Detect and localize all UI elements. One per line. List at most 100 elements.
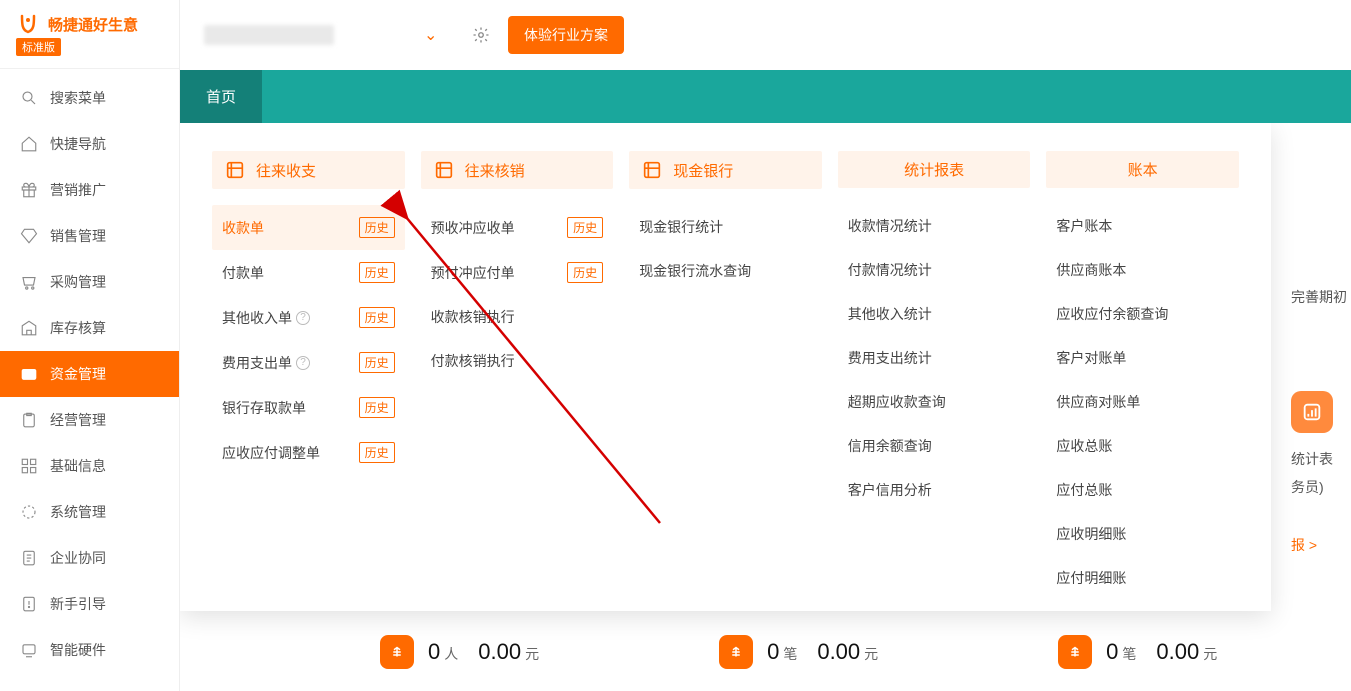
content-area: 往来收支收款单历史付款单历史其他收入单?历史费用支出单?历史银行存取款单历史应收… [180,123,1351,691]
mega-item-0-0[interactable]: 收款单 历史 [212,205,405,250]
sidebar-item-6[interactable]: 资金管理 [0,351,179,397]
funds-mega-menu: 往来收支收款单历史付款单历史其他收入单?历史费用支出单?历史银行存取款单历史应收… [180,123,1271,611]
stat-block-2: 0笔0.00元 [1058,635,1217,669]
help-icon[interactable]: ? [296,311,310,325]
mega-item-3-5[interactable]: 信用余额查询 [838,424,1031,468]
mega-item-4-2[interactable]: 应收应付余额查询 [1046,292,1239,336]
mega-item-4-0[interactable]: 客户账本 [1046,204,1239,248]
sidebar-item-0[interactable]: 搜索菜单 [0,75,179,121]
warehouse-icon [20,319,38,337]
sidebar-item-10[interactable]: 企业协同 [0,535,179,581]
company-selector[interactable]: ⌄ [204,25,454,45]
sidebar-item-label: 营销推广 [50,180,106,200]
brand-edition-badge: 标准版 [16,38,61,56]
mega-item-1-3[interactable]: 付款核销执行 [421,339,614,383]
mega-item-3-6[interactable]: 客户信用分析 [838,468,1031,512]
report-link-peek[interactable]: 报 > [1281,531,1351,559]
stats-badge-icon [1291,391,1333,433]
sidebar-item-2[interactable]: 营销推广 [0,167,179,213]
mega-item-label: 客户对账单 [1056,348,1126,368]
tab-bar: 首页 [180,70,1351,123]
sidebar-item-3[interactable]: 销售管理 [0,213,179,259]
mega-column-header: 往来收支 [212,151,405,189]
sidebar-item-label: 企业协同 [50,548,106,568]
tab-0[interactable]: 首页 [180,70,262,123]
stat-block-1: 0笔0.00元 [719,635,878,669]
mega-item-label: 其他收入单? [222,308,310,328]
main-area: ⌄ 体验行业方案 首页 往来收支收款单历史付款单历史其他收入单?历史费用支出单?… [180,0,1351,691]
mega-item-0-1[interactable]: 付款单历史 [212,250,405,295]
mega-item-3-1[interactable]: 付款情况统计 [838,248,1031,292]
sidebar-item-label: 库存核算 [50,318,106,338]
mega-item-3-0[interactable]: 收款情况统计 [838,204,1031,248]
history-tag[interactable]: 历史 [359,397,395,418]
mega-item-2-1[interactable]: 现金银行流水查询 [629,249,822,293]
gear-dashed-icon [20,503,38,521]
mega-item-label: 费用支出单? [222,353,310,373]
sidebar-item-8[interactable]: 基础信息 [0,443,179,489]
sidebar-item-7[interactable]: 经营管理 [0,397,179,443]
mega-item-1-0[interactable]: 预收冲应收单历史 [421,205,614,250]
mega-item-0-2[interactable]: 其他收入单? 历史 [212,295,405,340]
mega-item-4-4[interactable]: 供应商对账单 [1046,380,1239,424]
mega-item-4-3[interactable]: 客户对账单 [1046,336,1239,380]
chevron-down-icon: ⌄ [424,25,437,45]
mega-item-label: 费用支出统计 [848,348,932,368]
mega-item-4-7[interactable]: 应收明细账 [1046,512,1239,556]
mega-column-1: 往来核销预收冲应收单历史预付冲应付单历史收款核销执行付款核销执行 [421,151,614,600]
sidebar-item-5[interactable]: 库存核算 [0,305,179,351]
mega-item-4-1[interactable]: 供应商账本 [1046,248,1239,292]
mega-item-1-2[interactable]: 收款核销执行 [421,295,614,339]
mega-column-0: 往来收支收款单历史付款单历史其他收入单?历史费用支出单?历史银行存取款单历史应收… [212,151,405,600]
mega-item-2-0[interactable]: 现金银行统计 [629,205,822,249]
mega-item-3-4[interactable]: 超期应收款查询 [838,380,1031,424]
mega-item-0-4[interactable]: 银行存取款单历史 [212,385,405,430]
mega-item-label: 应付明细账 [1056,568,1126,588]
sidebar-item-label: 资金管理 [50,364,106,384]
sidebar-item-12[interactable]: 智能硬件 [0,627,179,673]
mega-item-label: 客户账本 [1056,216,1112,236]
dashboard-stats-peek: 0人0.00元 0笔0.00元 0笔0.00元 [380,635,1301,669]
sidebar-item-label: 销售管理 [50,226,106,246]
mega-item-label: 信用余额查询 [848,436,932,456]
help-icon[interactable]: ? [296,356,310,370]
mega-column-3: 统计报表收款情况统计付款情况统计其他收入统计费用支出统计超期应收款查询信用余额查… [838,151,1031,600]
company-name-redacted [204,25,334,45]
history-tag[interactable]: 历史 [359,217,395,238]
gift-icon [20,181,38,199]
mega-column-header: 统计报表 [838,151,1031,188]
sidebar-item-label: 快捷导航 [50,134,106,154]
history-tag[interactable]: 历史 [359,262,395,283]
home-icon [20,135,38,153]
mega-item-label: 其他收入统计 [848,304,932,324]
sidebar-item-11[interactable]: 新手引导 [0,581,179,627]
history-tag[interactable]: 历史 [359,307,395,328]
settings-button[interactable] [466,20,496,50]
right-panel-peek: 完善期初 统计表 务员) 报 > [1281,283,1351,559]
mega-item-0-5[interactable]: 应收应付调整单 历史 [212,430,405,475]
mega-item-3-2[interactable]: 其他收入统计 [838,292,1031,336]
mega-column-header: 现金银行 [629,151,822,189]
history-tag[interactable]: 历史 [567,217,603,238]
mega-item-label: 超期应收款查询 [848,392,946,412]
history-tag[interactable]: 历史 [567,262,603,283]
mega-item-label: 应收总账 [1056,436,1112,456]
sidebar-item-4[interactable]: 采购管理 [0,259,179,305]
mega-item-4-6[interactable]: 应付总账 [1046,468,1239,512]
history-tag[interactable]: 历史 [359,352,395,373]
industry-solution-button[interactable]: 体验行业方案 [508,16,624,54]
sidebar-item-9[interactable]: 系统管理 [0,489,179,535]
mega-item-4-5[interactable]: 应收总账 [1046,424,1239,468]
sidebar-item-1[interactable]: 快捷导航 [0,121,179,167]
mega-item-0-3[interactable]: 费用支出单? 历史 [212,340,405,385]
brand-area: 畅捷通好生意 标准版 [0,0,179,69]
history-tag[interactable]: 历史 [359,442,395,463]
mega-item-label: 收款单 [222,218,264,238]
mega-item-label: 应收应付调整单 [222,443,320,463]
mega-item-label: 供应商账本 [1056,260,1126,280]
mega-item-3-3[interactable]: 费用支出统计 [838,336,1031,380]
mega-item-4-8[interactable]: 应付明细账 [1046,556,1239,600]
grid-icon [20,457,38,475]
mega-item-1-1[interactable]: 预付冲应付单历史 [421,250,614,295]
stat-block-0: 0人0.00元 [380,635,539,669]
